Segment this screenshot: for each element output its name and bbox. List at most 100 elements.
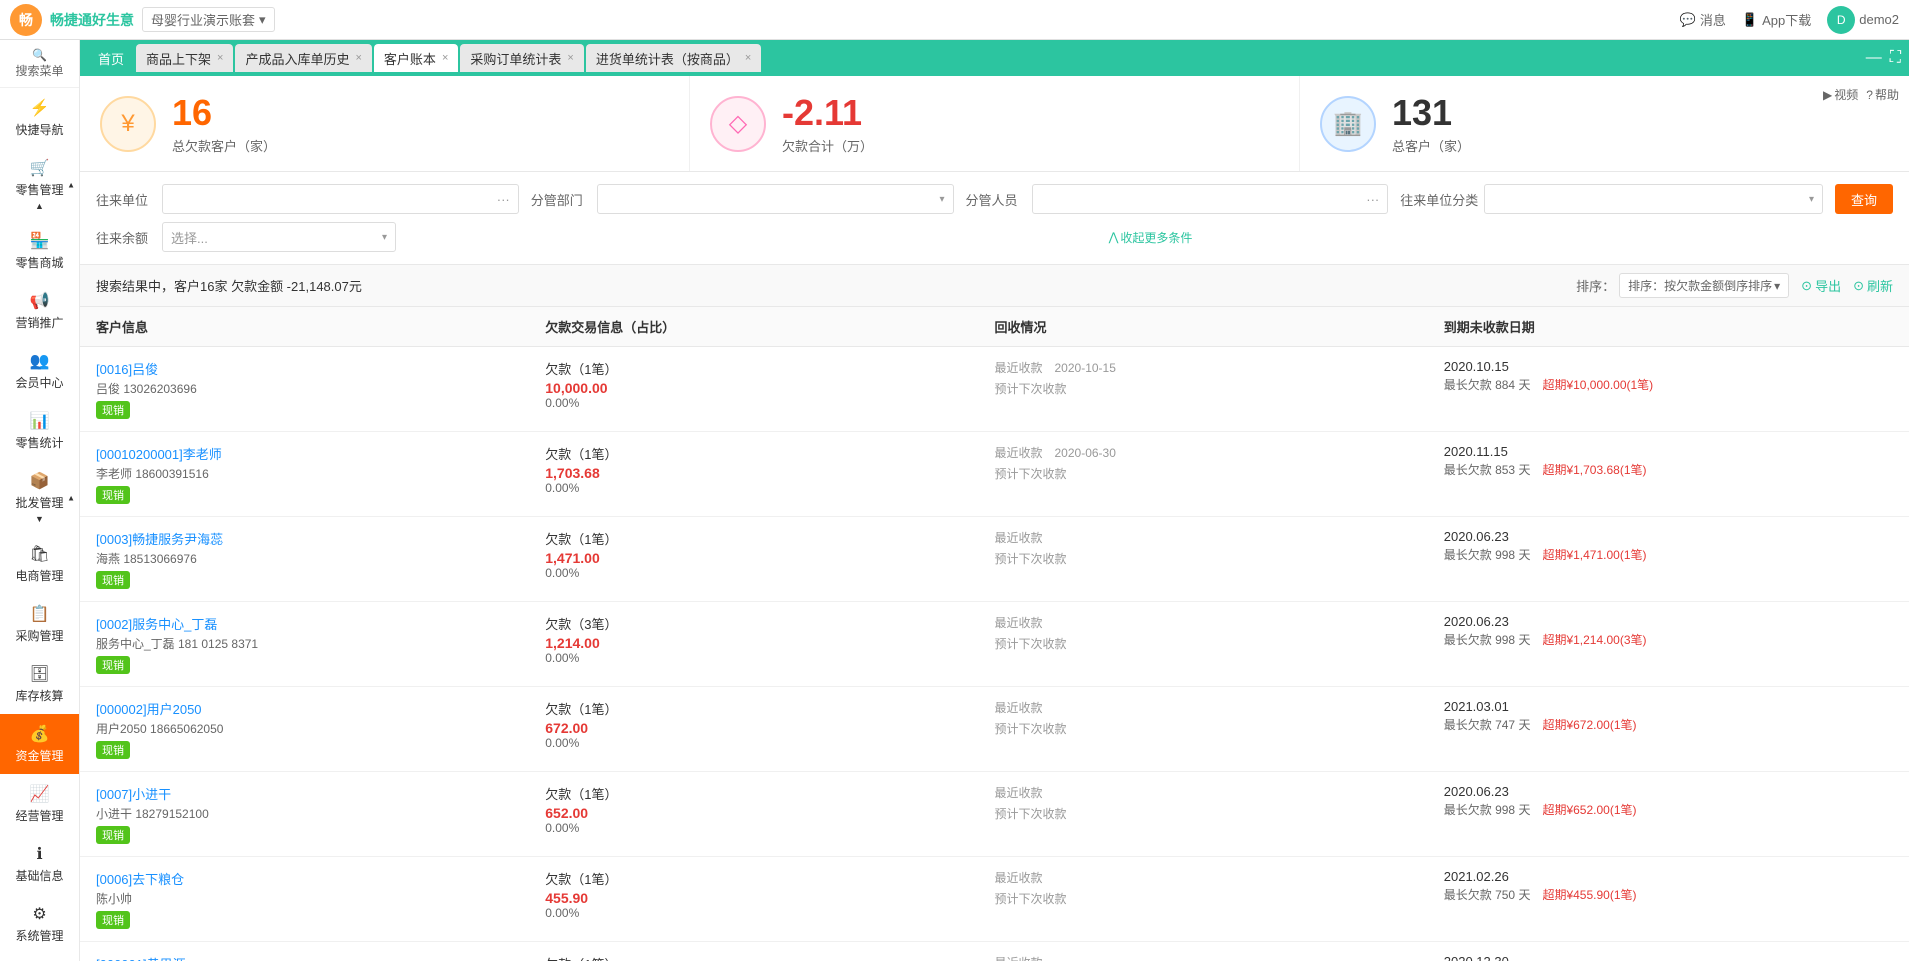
window-maximize-btn[interactable]: ⛶	[1890, 49, 1901, 67]
debt-total-num: -2.11	[782, 92, 873, 134]
tab-close-icon4[interactable]: ×	[567, 52, 573, 64]
tab-purchase-stats[interactable]: 采购订单统计表 ×	[460, 44, 583, 72]
customer-name-link[interactable]: [0003]畅捷服务尹海蕊	[96, 532, 223, 547]
refresh-button[interactable]: ⊙ 刷新	[1853, 276, 1893, 295]
overdue-link[interactable]: 超期¥672.00(1笔)	[1542, 718, 1636, 732]
debt-count: 欠款（1笔）	[545, 784, 994, 803]
sidebar-item-finance[interactable]: 💰 资金管理	[0, 714, 79, 774]
video-btn[interactable]: ▶ 视频	[1823, 86, 1858, 103]
next-label: 预计下次收款	[995, 890, 1444, 907]
table-body: [0016]吕俊 吕俊 13026203696 现销 欠款（1笔） 10,000…	[80, 347, 1909, 961]
collection-cell: 最近收款 2020-06-30 预计下次收款	[995, 444, 1444, 482]
help-btn[interactable]: ? 帮助	[1866, 86, 1899, 103]
source-unit-input[interactable]: ···	[162, 184, 519, 214]
chevron-down-icon3: ▾	[1809, 194, 1814, 205]
recent-label: 最近收款 2020-10-15	[995, 359, 1444, 376]
top-bar: 畅 畅捷通好生意 母婴行业演示账套 ▾ 💬 消息 📱 App下载 D demo2	[0, 0, 1909, 40]
col-collection: 回收情况	[995, 317, 1444, 336]
tab-home[interactable]: 首页	[88, 44, 134, 72]
avatar: D	[1827, 6, 1855, 34]
collapse-button[interactable]: ⋀ 收起更多条件	[1109, 229, 1193, 246]
sidebar-item-inventory[interactable]: 🗄 库存核算	[0, 654, 79, 714]
overdue-cell: 2020.11.15 最长欠款 853 天 超期¥1,703.68(1笔)	[1444, 444, 1893, 478]
sidebar-item-purchase[interactable]: 📋 采购管理	[0, 594, 79, 654]
tab-close-icon3[interactable]: ×	[442, 52, 448, 64]
sidebar-item-wholesale-mgmt[interactable]: 📦 批发管理 ▼	[0, 461, 79, 534]
sidebar-item-retail-stats[interactable]: 📊 零售统计	[0, 401, 79, 461]
tab-product-shelf[interactable]: 商品上下架 ×	[136, 44, 233, 72]
sort-button[interactable]: 排序：按欠款金额倒序排序 ▾	[1619, 273, 1789, 298]
main-content: 首页 商品上下架 × 产成品入库单历史 × 客户账本 × 采购订单统计表 × 进…	[80, 40, 1909, 961]
overdue-link[interactable]: 超期¥652.00(1笔)	[1542, 803, 1636, 817]
debt-customers-num: 16	[172, 92, 276, 134]
debt-percent: 0.00%	[545, 566, 994, 580]
sidebar-item-ecommerce[interactable]: 🛍 电商管理	[0, 534, 79, 594]
user-profile[interactable]: D demo2	[1827, 6, 1899, 34]
debt-percent: 0.00%	[545, 481, 994, 495]
customer-name-link[interactable]: [0006]去下粮仓	[96, 872, 184, 887]
export-icon: ⊙	[1801, 278, 1812, 294]
search-button[interactable]: 查询	[1835, 184, 1893, 214]
tab-customer-account[interactable]: 客户账本 ×	[374, 44, 458, 72]
overdue-link[interactable]: 超期¥1,703.68(1笔)	[1542, 463, 1646, 477]
page-content: ¥ 16 总欠款客户（家） ◇ -2.11 欠款合计（万） 🏢	[80, 76, 1909, 961]
debt-info-cell: 欠款（1笔） 429.00 0.00%	[545, 954, 994, 961]
overdue-link[interactable]: 超期¥1,214.00(3笔)	[1542, 633, 1646, 647]
dept-select[interactable]: ▾	[597, 184, 954, 214]
tab-close-icon[interactable]: ×	[217, 52, 223, 64]
overdue-link[interactable]: 超期¥10,000.00(1笔)	[1542, 378, 1653, 392]
customer-name-link[interactable]: [0016]吕俊	[96, 362, 158, 377]
sidebar-item-marketing[interactable]: 📢 营销推广	[0, 281, 79, 341]
members-icon: 👥	[30, 351, 50, 371]
debt-info-cell: 欠款（1笔） 455.90 0.00%	[545, 869, 994, 920]
sidebar-item-collab[interactable]: 🤝 企业协同	[0, 954, 79, 961]
sidebar-item-system[interactable]: ⚙ 系统管理	[0, 894, 79, 954]
next-label: 预计下次收款	[995, 720, 1444, 737]
filter-balance: 往来余额 选择... ▾	[96, 222, 396, 252]
tab-close-icon2[interactable]: ×	[355, 52, 361, 64]
balance-select[interactable]: 选择... ▾	[162, 222, 396, 252]
overdue-link[interactable]: 超期¥455.90(1笔)	[1542, 888, 1636, 902]
customer-name-link[interactable]: [000002]用户2050	[96, 702, 202, 717]
chevron-down-icon4: ▾	[382, 232, 387, 243]
debt-info-cell: 欠款（1笔） 672.00 0.00%	[545, 699, 994, 750]
message-icon: 💬	[1680, 12, 1696, 28]
message-btn[interactable]: 💬 消息	[1680, 10, 1726, 29]
sidebar-item-retail-mall[interactable]: 🏪 零售商城	[0, 221, 79, 281]
overdue-link[interactable]: 超期¥1,471.00(1笔)	[1542, 548, 1646, 562]
recent-label: 最近收款	[995, 869, 1444, 886]
collapse-icon: ⋀	[1109, 230, 1119, 244]
wholesale-icon: 📦	[30, 471, 50, 491]
debt-count: 欠款（1笔）	[545, 954, 994, 961]
customer-name-link[interactable]: [0007]小进干	[96, 787, 171, 802]
all-customers-icon: 🏢	[1320, 96, 1376, 152]
operations-icon: 📈	[30, 784, 50, 804]
stat-card-all-customers: 🏢 131 总客户（家） ▶ 视频 ? 帮助	[1300, 76, 1909, 171]
sidebar-item-basic-info[interactable]: ℹ 基础信息	[0, 834, 79, 894]
tab-close-icon5[interactable]: ×	[745, 52, 751, 64]
sidebar-item-retail-mgmt[interactable]: 🛒 零售管理 ▲	[0, 148, 79, 221]
customer-name-link[interactable]: [00010200001]李老师	[96, 447, 222, 462]
search-icon: 🔍	[32, 48, 47, 62]
app-download-btn[interactable]: 📱 App下载	[1742, 10, 1811, 29]
debt-amount: 1,214.00	[545, 635, 994, 651]
sidebar-item-operations[interactable]: 📈 经营管理	[0, 774, 79, 834]
sidebar-item-shortcut[interactable]: ⚡ 快捷导航	[0, 88, 79, 148]
retail-icon: 🛒	[30, 158, 50, 178]
tab-goods-inbound-stats[interactable]: 进货单统计表（按商品） ×	[586, 44, 761, 72]
company-selector[interactable]: 母婴行业演示账套 ▾	[142, 7, 275, 32]
customer-info-cell: [0003]畅捷服务尹海蕊 海燕 18513066976 现销	[96, 529, 545, 589]
overdue-cell: 2020.06.23 最长欠款 998 天 超期¥652.00(1笔)	[1444, 784, 1893, 818]
person-input[interactable]: ···	[1032, 184, 1389, 214]
export-button[interactable]: ⊙ 导出	[1801, 276, 1841, 295]
window-minimize-btn[interactable]: —	[1866, 49, 1882, 67]
customer-name-link[interactable]: [0002]服务中心_丁磊	[96, 617, 217, 632]
collection-cell: 最近收款 预计下次收款	[995, 954, 1444, 961]
sidebar-search[interactable]: 🔍 搜索菜单	[0, 40, 79, 88]
category-select[interactable]: ▾	[1484, 184, 1823, 214]
customer-name-link[interactable]: [000001]黄思源	[96, 957, 186, 961]
tab-inventory-history[interactable]: 产成品入库单历史 ×	[235, 44, 371, 72]
debt-info-cell: 欠款（1笔） 1,703.68 0.00%	[545, 444, 994, 495]
debt-count: 欠款（1笔）	[545, 444, 994, 463]
sidebar-item-members[interactable]: 👥 会员中心	[0, 341, 79, 401]
